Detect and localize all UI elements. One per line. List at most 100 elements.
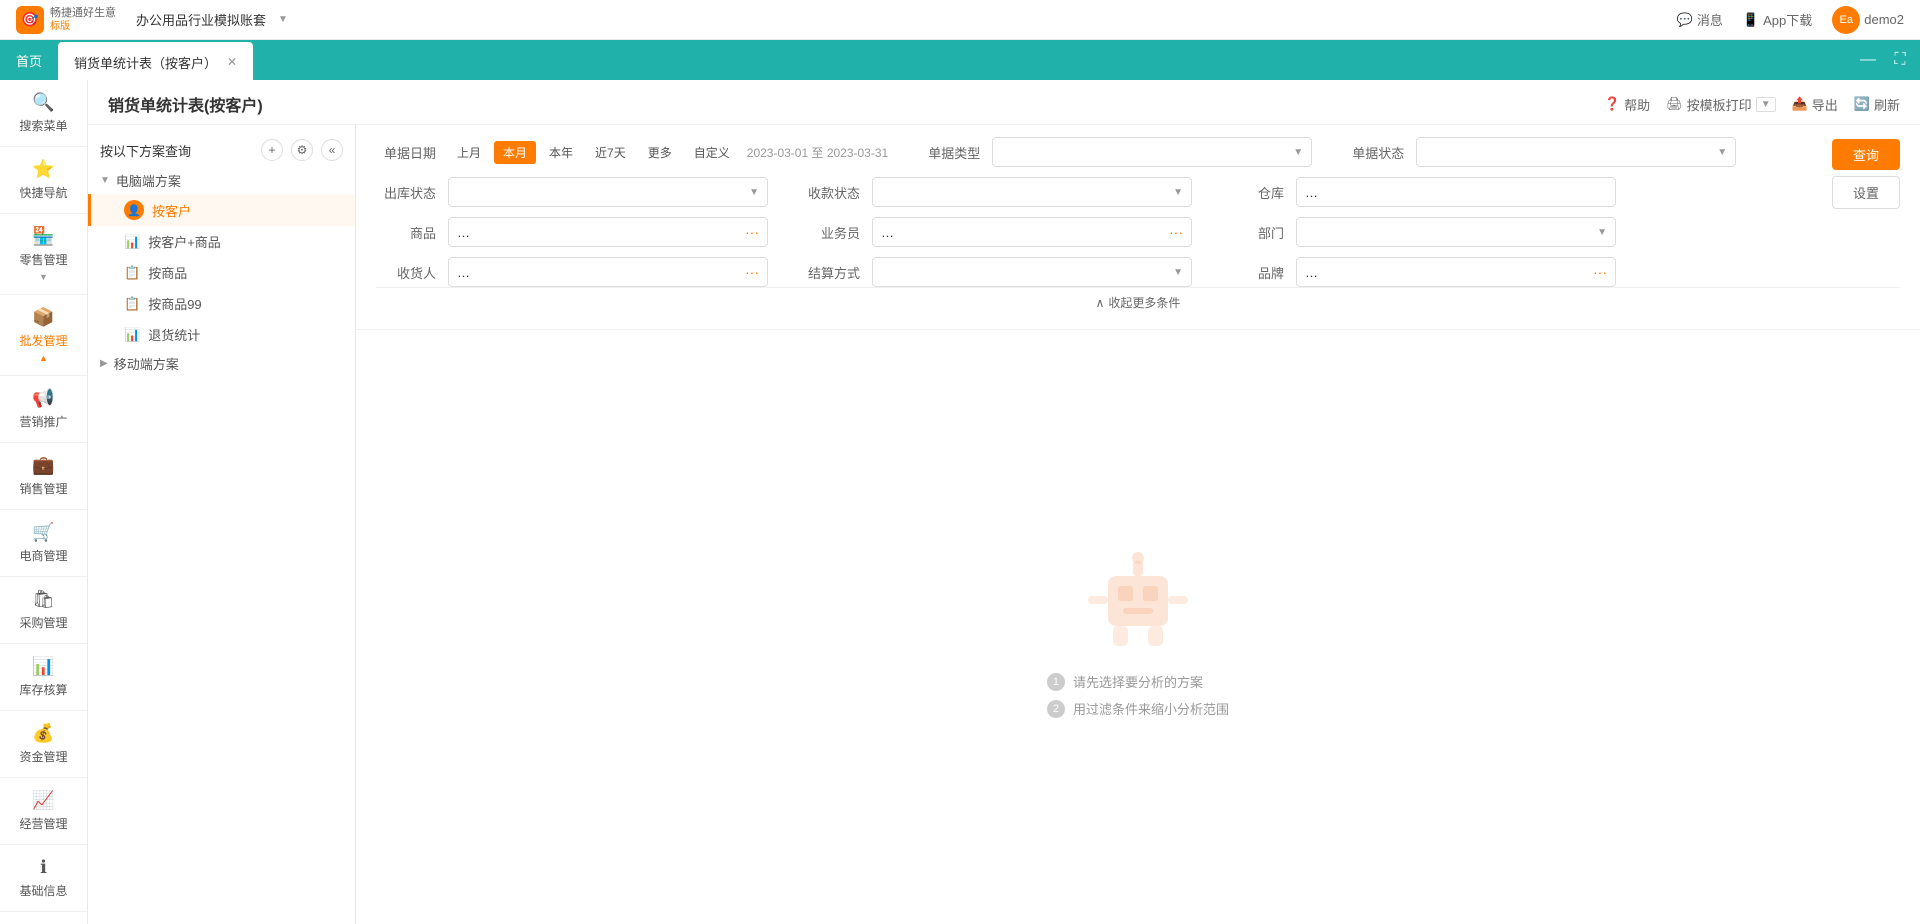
system-dropdown-icon[interactable]: ▼ <box>278 14 288 25</box>
add-scheme-button[interactable]: + <box>261 139 283 161</box>
content-area: 销货单统计表(按客户) ❓ 帮助 🖨 按模板打印 ▼ 📤 导出 <box>88 80 1920 924</box>
sidebar: 🔍 搜索菜单 ⭐ 快捷导航 🏪 零售管理 ▼ 📦 批发管理 ▲ 📢 营销推广 <box>0 80 88 924</box>
print-dropdown-icon[interactable]: ▼ <box>1756 97 1776 112</box>
marketing-icon: 📢 <box>32 388 54 409</box>
date-btn-7days[interactable]: 近7天 <box>586 141 635 164</box>
help-button[interactable]: ❓ 帮助 <box>1604 95 1650 114</box>
user-area[interactable]: Ea demo2 <box>1832 6 1904 34</box>
scheme-by-customer-goods[interactable]: 📊 按客户+商品 <box>88 226 355 257</box>
dots-icon[interactable]: ··· <box>745 264 759 280</box>
payment-status-select[interactable]: ▼ <box>872 177 1192 207</box>
department-select[interactable]: ▼ <box>1296 217 1616 247</box>
date-btn-this-year[interactable]: 本年 <box>540 141 582 164</box>
sidebar-item-inventory[interactable]: 📊 库存核算 <box>0 644 87 711</box>
tip-num-1: 1 <box>1047 673 1065 691</box>
tab-close-icon[interactable]: ✕ <box>227 55 237 69</box>
tab-sales-stat[interactable]: 销货单统计表（按客户） ✕ <box>58 42 253 82</box>
dots-icon[interactable]: ··· <box>1169 224 1183 240</box>
sidebar-item-sales[interactable]: 💼 销售管理 <box>0 443 87 510</box>
refresh-icon: 🔄 <box>1854 96 1870 112</box>
sidebar-item-retail[interactable]: 🏪 零售管理 ▼ <box>0 214 87 295</box>
scheme-returns[interactable]: 📊 退货统计 <box>88 319 355 350</box>
department-label: 部门 <box>1224 223 1284 242</box>
chevron-down-icon: ▼ <box>100 175 110 186</box>
settings-button[interactable]: 设置 <box>1832 176 1900 209</box>
brand-value: … <box>1305 265 1318 280</box>
scheme-by-customer[interactable]: 👤 按客户 <box>88 194 355 226</box>
message-icon: 💬 <box>1677 12 1693 28</box>
top-bar: 🎯 畅捷通好生意 标版 办公用品行业模拟账套 ▼ 💬 消息 📱 App下载 Ea <box>0 0 1920 40</box>
sidebar-item-operations[interactable]: 📈 经营管理 <box>0 778 87 845</box>
chevron-right-icon: ▶ <box>100 358 108 369</box>
sidebar-item-system[interactable]: ⚙ 系统管理 <box>0 912 87 924</box>
goods-select[interactable]: … ··· <box>448 217 768 247</box>
tab-minimize-button[interactable]: — <box>1856 48 1880 72</box>
goods-label: 商品 <box>376 223 436 242</box>
app-download-button[interactable]: 📱 App下载 <box>1743 10 1812 29</box>
salesperson-select[interactable]: … ··· <box>872 217 1192 247</box>
settlement-select[interactable]: ▼ <box>872 257 1192 287</box>
filter-fields: 单据日期 上月 本月 本年 近7天 更多 自定义 2023-03-01 至 20… <box>376 137 1824 287</box>
tree-desktop[interactable]: ▼ 电脑端方案 <box>88 167 355 194</box>
sidebar-item-wholesale[interactable]: 📦 批发管理 ▲ <box>0 295 87 376</box>
finance-icon: 💰 <box>32 723 54 744</box>
date-btn-this-month[interactable]: 本月 <box>494 141 536 164</box>
settings-scheme-button[interactable]: ⚙ <box>291 139 313 161</box>
chevron-up-icon: ▲ <box>39 353 48 363</box>
sidebar-item-ecommerce[interactable]: 🛒 电商管理 <box>0 510 87 577</box>
tab-bar-actions: — ⛶ <box>1856 48 1920 72</box>
tip-num-2: 2 <box>1047 700 1065 718</box>
brand-select[interactable]: … ··· <box>1296 257 1616 287</box>
collapse-bar[interactable]: ∧ 收起更多条件 <box>376 287 1900 317</box>
active-scheme-icon: 👤 <box>124 200 144 220</box>
warehouse-value: … <box>1305 185 1318 200</box>
sidebar-item-marketing[interactable]: 📢 营销推广 <box>0 376 87 443</box>
tree-mobile[interactable]: ▶ 移动端方案 <box>88 350 355 377</box>
dots-icon[interactable]: ··· <box>1593 264 1607 280</box>
chevron-down-icon: ▼ <box>749 187 759 198</box>
print-button[interactable]: 🖨 按模板打印 ▼ <box>1666 95 1775 114</box>
message-button[interactable]: 💬 消息 <box>1677 10 1723 29</box>
bar-chart-icon: 📊 <box>124 327 140 343</box>
scheme-by-goods[interactable]: 📋 按商品 <box>88 257 355 288</box>
filter-area: 单据日期 上月 本月 本年 近7天 更多 自定义 2023-03-01 至 20… <box>356 125 1920 330</box>
date-filter: 上月 本月 本年 近7天 更多 自定义 2023-03-01 至 2023-03… <box>448 141 888 164</box>
sidebar-item-purchase[interactable]: 🛍 采购管理 <box>0 577 87 644</box>
receiver-select[interactable]: … ··· <box>448 257 768 287</box>
panel-header: 按以下方案查询 + ⚙ « <box>88 133 355 167</box>
left-panel: 按以下方案查询 + ⚙ « ▼ 电脑端方案 👤 按客户 📊 <box>88 125 356 924</box>
info-icon: ℹ <box>40 857 47 878</box>
export-button[interactable]: 📤 导出 <box>1792 95 1838 114</box>
filter-row-4: 收货人 … ··· 结算方式 ▼ <box>376 257 1824 287</box>
out-status-select[interactable]: ▼ <box>448 177 768 207</box>
sidebar-item-finance[interactable]: 💰 资金管理 <box>0 711 87 778</box>
date-btn-custom[interactable]: 自定义 <box>685 141 739 164</box>
scheme-by-goods99[interactable]: 📋 按商品99 <box>88 288 355 319</box>
tab-home[interactable]: 首页 <box>0 40 58 80</box>
dots-icon[interactable]: ··· <box>745 224 759 240</box>
salesperson-value: … <box>881 225 894 240</box>
retail-icon: 🏪 <box>32 226 54 247</box>
chevron-down-icon: ▼ <box>1717 147 1727 158</box>
settlement-label: 结算方式 <box>800 263 860 282</box>
tab-maximize-button[interactable]: ⛶ <box>1888 48 1912 72</box>
main-area: 🔍 搜索菜单 ⭐ 快捷导航 🏪 零售管理 ▼ 📦 批发管理 ▲ 📢 营销推广 <box>0 80 1920 924</box>
empty-tips: 1 请先选择要分析的方案 2 用过滤条件来缩小分析范围 <box>1047 672 1229 718</box>
date-btn-more[interactable]: 更多 <box>639 141 681 164</box>
sidebar-item-basic-info[interactable]: ℹ 基础信息 <box>0 845 87 912</box>
order-status-select[interactable]: ▼ <box>1416 137 1736 167</box>
refresh-button[interactable]: 🔄 刷新 <box>1854 95 1900 114</box>
payment-status-label: 收款状态 <box>800 183 860 202</box>
query-button[interactable]: 查询 <box>1832 139 1900 170</box>
goods-value: … <box>457 225 470 240</box>
date-btn-last-month[interactable]: 上月 <box>448 141 490 164</box>
chevron-down-icon: ▼ <box>1173 267 1183 278</box>
inventory-icon: 📊 <box>32 656 54 677</box>
out-status-label: 出库状态 <box>376 183 436 202</box>
sidebar-item-quick-nav[interactable]: ⭐ 快捷导航 <box>0 147 87 214</box>
warehouse-select[interactable]: … <box>1296 177 1616 207</box>
order-type-select[interactable]: ▼ <box>992 137 1312 167</box>
sidebar-item-search-menu[interactable]: 🔍 搜索菜单 <box>0 80 87 147</box>
purchase-icon: 🛍 <box>32 589 55 610</box>
collapse-panel-button[interactable]: « <box>321 139 343 161</box>
